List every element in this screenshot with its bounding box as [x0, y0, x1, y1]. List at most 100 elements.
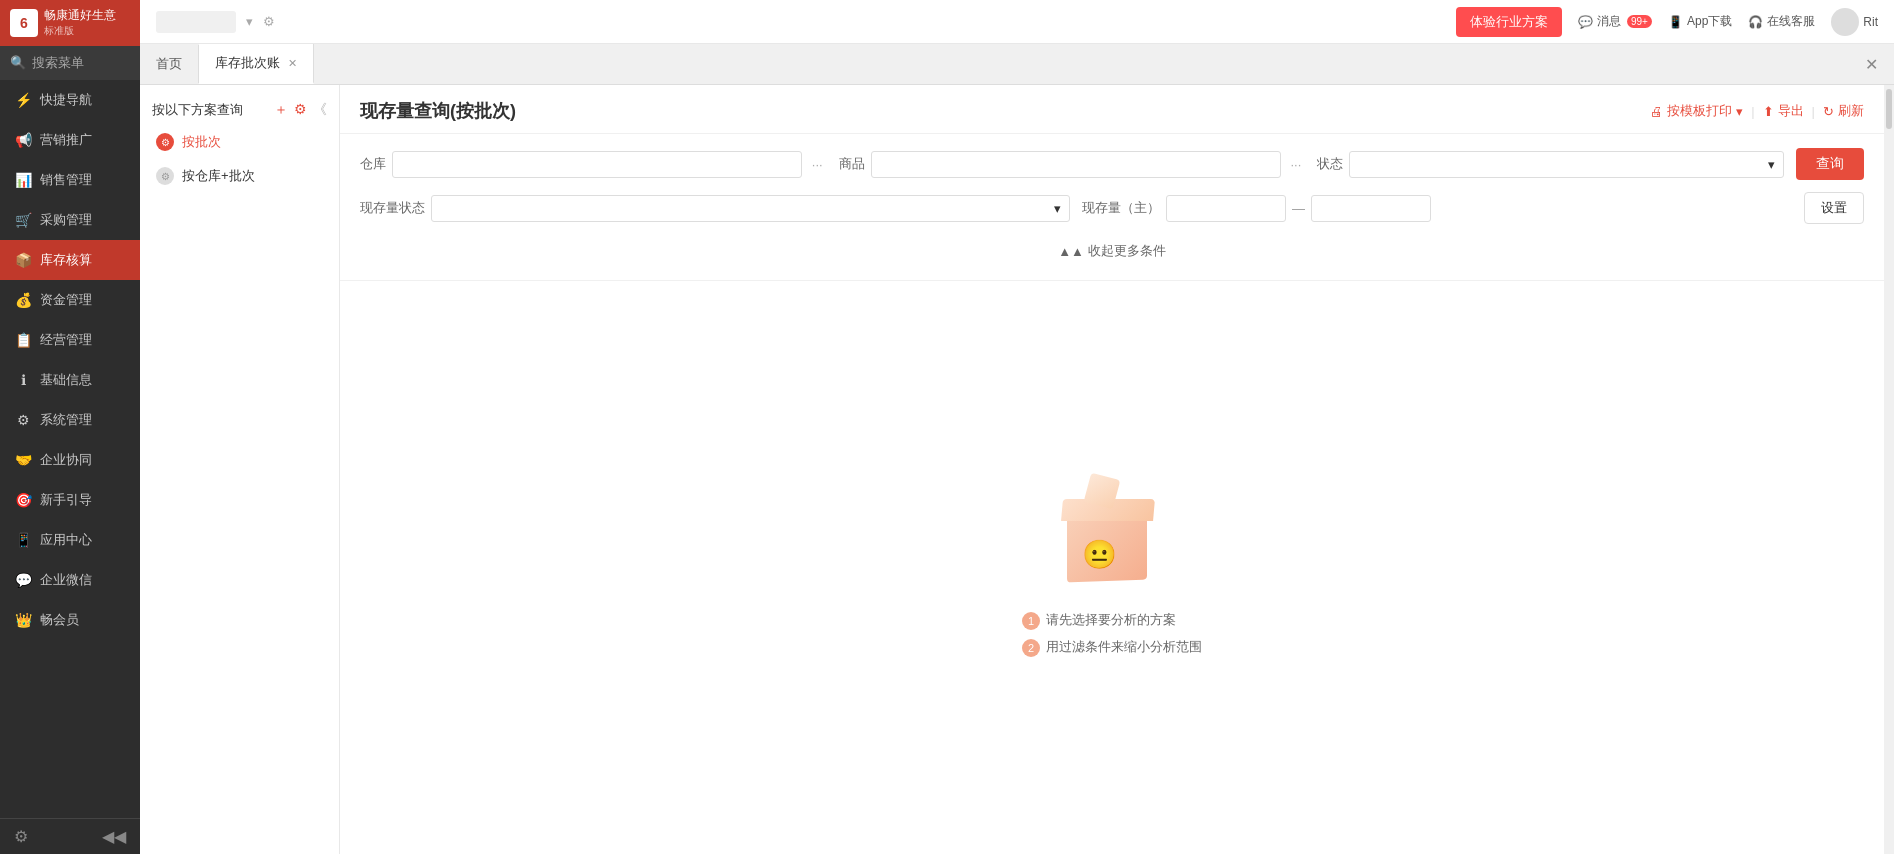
sidebar-nav: ⚡ 快捷导航 📢 营销推广 📊 销售管理 🛒 采购管理 📦 库存核算 💰 资金管…	[0, 80, 140, 818]
scroll-thumb	[1886, 89, 1892, 129]
collapse-sidebar-icon[interactable]: ◀◀	[102, 827, 126, 846]
phone-icon: 📱	[1668, 15, 1683, 29]
close-panel-button[interactable]: ✕	[1857, 51, 1886, 78]
app-download-label: App下载	[1687, 13, 1732, 30]
top-header: ▾ ⚙ 体验行业方案 💬 消息 99+ 📱 App下载 🎧 在线客服 Rit	[140, 0, 1894, 44]
scheme-item-by-batch[interactable]: ⚙ 按批次	[140, 125, 339, 159]
inventory-qty-min[interactable]	[1166, 195, 1286, 222]
panel-title-actions: ＋ ⚙ 《	[274, 101, 327, 119]
sidebar-footer: ⚙ ◀◀	[0, 818, 140, 854]
sidebar-item-label: 企业协同	[40, 451, 92, 469]
message-badge: 99+	[1627, 15, 1652, 28]
sidebar-item-finance[interactable]: 💰 资金管理	[0, 280, 140, 320]
page-actions: 🖨 按模板打印 ▾ | ⬆ 导出 | ↻ 刷新	[1650, 102, 1864, 120]
scheme-by-batch-label: 按批次	[182, 133, 221, 151]
product-filter-group: 商品 ···	[839, 151, 1306, 178]
sidebar-item-purchase[interactable]: 🛒 采购管理	[0, 200, 140, 240]
app-download-action[interactable]: 📱 App下载	[1668, 13, 1732, 30]
search-menu[interactable]: 🔍 搜索菜单	[0, 46, 140, 80]
export-button[interactable]: ⬆ 导出	[1763, 102, 1804, 120]
inventory-qty-range: —	[1166, 195, 1431, 222]
filter-area: 仓库 ··· 商品 ··· 状态 ▾	[340, 134, 1884, 281]
scheme-active-icon: ⚙	[156, 133, 174, 151]
content-area: 按以下方案查询 ＋ ⚙ 《 ⚙ 按批次 ⚙ 按仓库+批次 现存量查询(按批次)	[140, 85, 1894, 854]
scheme-by-warehouse-batch-label: 按仓库+批次	[182, 167, 255, 185]
tab-home[interactable]: 首页	[140, 45, 199, 83]
sidebar-item-label: 快捷导航	[40, 91, 92, 109]
refresh-icon: ↻	[1823, 104, 1834, 119]
search-icon: 🔍	[10, 55, 26, 70]
sidebar-item-app-center[interactable]: 📱 应用中心	[0, 520, 140, 560]
online-service-action[interactable]: 🎧 在线客服	[1748, 13, 1815, 30]
panel-title-text: 按以下方案查询	[152, 101, 243, 119]
scheme-item-by-warehouse-batch[interactable]: ⚙ 按仓库+批次	[140, 159, 339, 193]
trial-button[interactable]: 体验行业方案	[1456, 7, 1562, 37]
inventory-status-label: 现存量状态	[360, 199, 425, 217]
message-action[interactable]: 💬 消息 99+	[1578, 13, 1652, 30]
wechat-icon: 💬	[14, 571, 32, 589]
warehouse-label: 仓库	[360, 155, 386, 173]
right-scrollbar[interactable]	[1884, 85, 1894, 854]
right-panel: 现存量查询(按批次) 🖨 按模板打印 ▾ | ⬆ 导出 | ↻	[340, 85, 1884, 854]
sidebar-item-newbie[interactable]: 🎯 新手引导	[0, 480, 140, 520]
print-dropdown-icon[interactable]: ▾	[1736, 104, 1743, 119]
enterprise-icon: 🤝	[14, 451, 32, 469]
sidebar-item-label: 库存核算	[40, 251, 92, 269]
sales-icon: 📊	[14, 171, 32, 189]
inventory-qty-max[interactable]	[1311, 195, 1431, 222]
tab-close-icon[interactable]: ✕	[288, 57, 297, 70]
inventory-icon: 📦	[14, 251, 32, 269]
warehouse-input[interactable]	[392, 151, 802, 178]
sidebar-item-marketing[interactable]: 📢 营销推广	[0, 120, 140, 160]
sidebar-item-basic-info[interactable]: ℹ 基础信息	[0, 360, 140, 400]
collapse-panel-button[interactable]: 《	[313, 101, 327, 119]
breadcrumb-input[interactable]	[156, 11, 236, 33]
user-avatar-action[interactable]: Rit	[1831, 8, 1878, 36]
hint-num-2: 2	[1022, 639, 1040, 657]
settings-button[interactable]: 设置	[1804, 192, 1864, 224]
settings-scheme-button[interactable]: ⚙	[294, 101, 307, 119]
inventory-status-filter-group: 现存量状态 ▾	[360, 195, 1070, 222]
refresh-button[interactable]: ↻ 刷新	[1823, 102, 1864, 120]
app-version: 标准版	[44, 24, 116, 38]
filter-row-1: 仓库 ··· 商品 ··· 状态 ▾	[360, 148, 1864, 180]
tab-inventory-batch[interactable]: 库存批次账 ✕	[199, 44, 314, 84]
message-icon: 💬	[1578, 15, 1593, 29]
refresh-label: 刷新	[1838, 102, 1864, 120]
warehouse-more-icon[interactable]: ···	[808, 157, 827, 172]
sidebar-item-label: 企业微信	[40, 571, 92, 589]
sidebar-item-system[interactable]: ⚙ 系统管理	[0, 400, 140, 440]
warehouse-filter-group: 仓库 ···	[360, 151, 827, 178]
dropdown-icon[interactable]: ▾	[246, 14, 253, 29]
product-input[interactable]	[871, 151, 1281, 178]
sidebar-item-enterprise[interactable]: 🤝 企业协同	[0, 440, 140, 480]
sidebar-item-label: 畅会员	[40, 611, 79, 629]
company-name: 畅康通好生意	[44, 8, 116, 24]
sidebar-item-member[interactable]: 👑 畅会员	[0, 600, 140, 640]
add-scheme-button[interactable]: ＋	[274, 101, 288, 119]
collapse-more-button[interactable]: ▲▲ 收起更多条件	[360, 236, 1864, 266]
status-select[interactable]: ▾	[1349, 151, 1784, 178]
sidebar-item-sales[interactable]: 📊 销售管理	[0, 160, 140, 200]
query-button[interactable]: 查询	[1796, 148, 1864, 180]
settings-gear-icon[interactable]: ⚙	[263, 14, 275, 29]
product-more-icon[interactable]: ···	[1287, 157, 1306, 172]
print-button[interactable]: 🖨 按模板打印 ▾	[1650, 102, 1743, 120]
inventory-status-dropdown-icon: ▾	[1054, 201, 1061, 216]
panel-title-bar: 按以下方案查询 ＋ ⚙ 《	[140, 95, 339, 125]
settings-icon[interactable]: ⚙	[14, 827, 28, 846]
app-logo: 6	[10, 9, 38, 37]
quick-nav-icon: ⚡	[14, 91, 32, 109]
sidebar: 6 畅康通好生意 标准版 🔍 搜索菜单 ⚡ 快捷导航 📢 营销推广 📊 销售管理…	[0, 0, 140, 854]
collapse-more-label: 收起更多条件	[1088, 242, 1166, 260]
sidebar-item-operations[interactable]: 📋 经营管理	[0, 320, 140, 360]
sidebar-item-inventory[interactable]: 📦 库存核算	[0, 240, 140, 280]
marketing-icon: 📢	[14, 131, 32, 149]
member-icon: 👑	[14, 611, 32, 629]
print-label: 按模板打印	[1667, 102, 1732, 120]
headset-icon: 🎧	[1748, 15, 1763, 29]
sidebar-item-quick-nav[interactable]: ⚡ 快捷导航	[0, 80, 140, 120]
sidebar-item-label: 基础信息	[40, 371, 92, 389]
inventory-status-select[interactable]: ▾	[431, 195, 1070, 222]
sidebar-item-wechat[interactable]: 💬 企业微信	[0, 560, 140, 600]
